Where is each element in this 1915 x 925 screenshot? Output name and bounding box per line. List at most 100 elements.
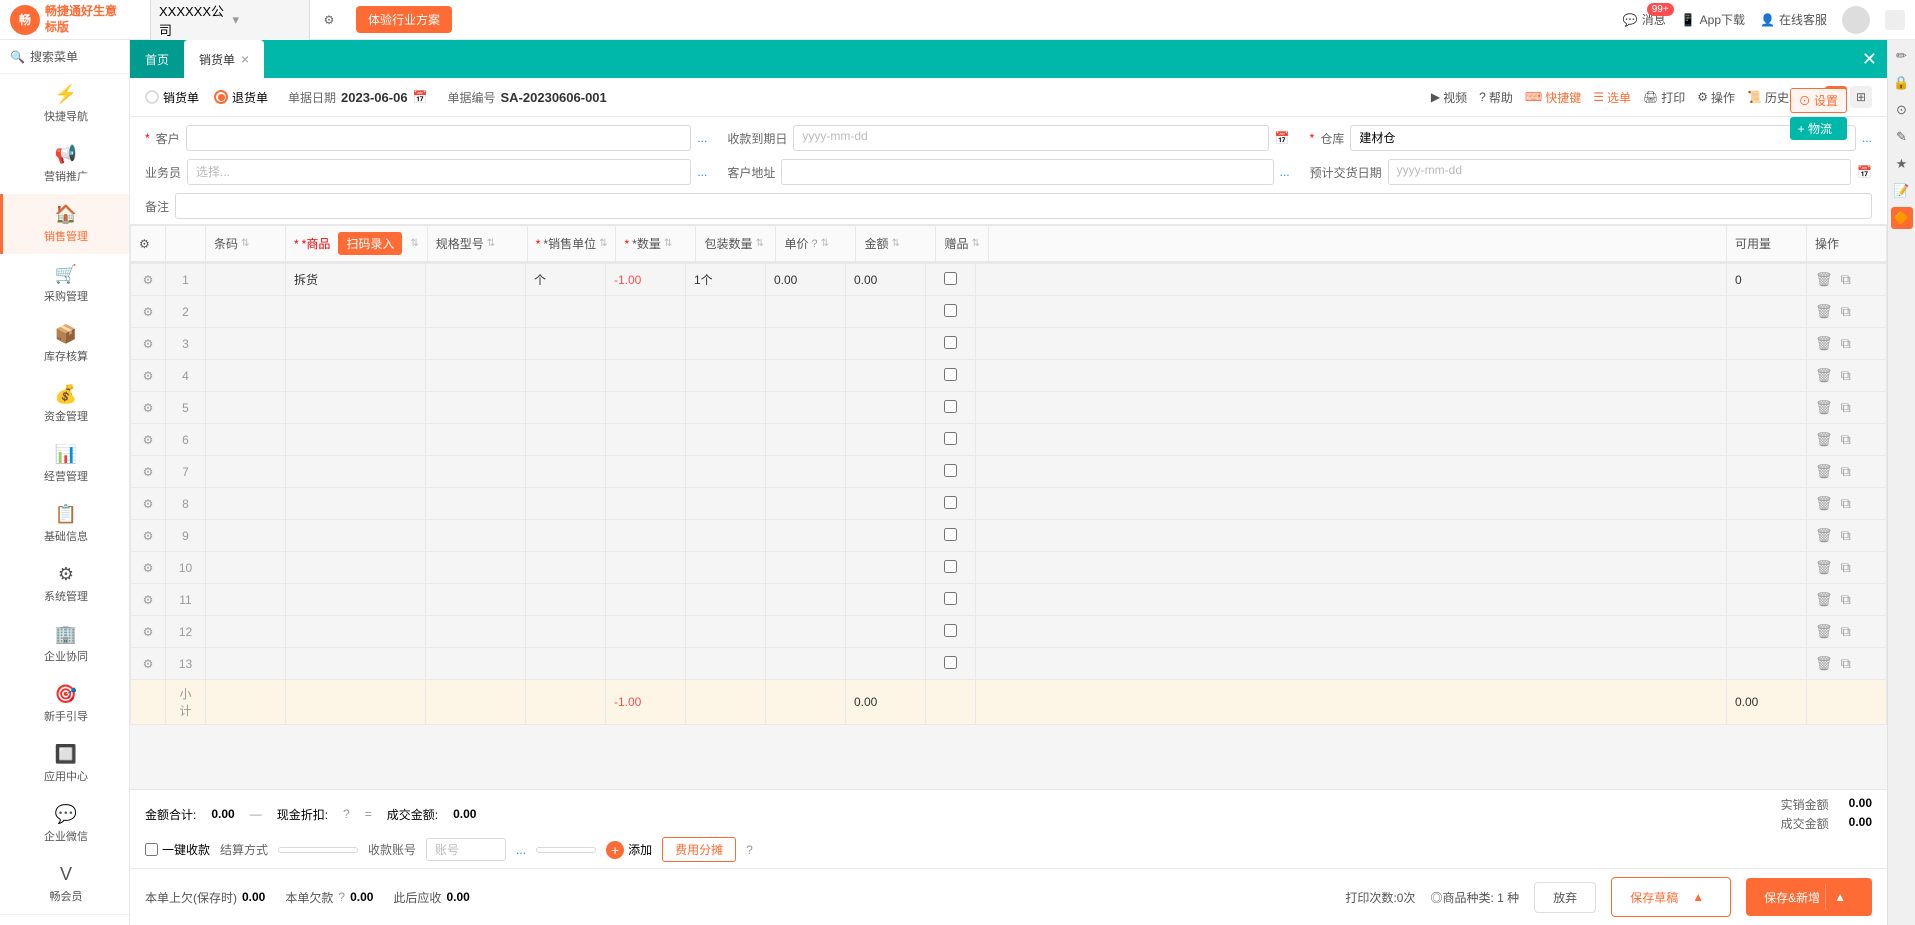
gift-checkbox[interactable]	[944, 464, 957, 477]
tab-home[interactable]: 首页	[130, 40, 184, 78]
row-product[interactable]	[286, 360, 426, 392]
copy-icon[interactable]: ⧉	[1841, 463, 1851, 480]
row-gift[interactable]	[926, 392, 976, 424]
settings-icon[interactable]: ⚙	[315, 6, 343, 34]
row-pkgqty[interactable]	[686, 424, 766, 456]
delete-icon[interactable]: 🗑	[1815, 623, 1833, 640]
remark-input[interactable]	[175, 193, 1872, 219]
row-pkgqty[interactable]	[686, 584, 766, 616]
expected-date-input[interactable]: yyyy-mm-dd	[1388, 159, 1851, 185]
row-barcode[interactable]	[206, 616, 286, 648]
row-settings[interactable]: ⚙	[131, 264, 166, 296]
settings-button[interactable]: ⊙ 设置	[1790, 88, 1847, 113]
sale-radio[interactable]: 销货单	[145, 89, 199, 106]
row-qty[interactable]	[606, 584, 686, 616]
row-settings[interactable]: ⚙	[131, 424, 166, 456]
row-qty[interactable]	[606, 360, 686, 392]
row-product[interactable]	[286, 392, 426, 424]
delete-icon[interactable]: 🗑	[1815, 431, 1833, 448]
row-product[interactable]	[286, 584, 426, 616]
row-spec[interactable]	[426, 360, 526, 392]
delete-icon[interactable]: 🗑	[1815, 335, 1833, 352]
tab-close-icon[interactable]: ×	[241, 51, 249, 67]
sidebar-item-appstore[interactable]: 🔲 应用中心	[0, 734, 129, 794]
window-close-icon[interactable]: ✕	[1862, 49, 1877, 69]
sidebar-item-guide[interactable]: 🎯 新手引导	[0, 674, 129, 734]
row-gift[interactable]	[926, 648, 976, 680]
row-qty[interactable]	[606, 648, 686, 680]
sidebar-item-sales[interactable]: 🏠 销售管理	[0, 194, 129, 254]
row-unit[interactable]	[526, 392, 606, 424]
right-sidebar-icon-6[interactable]: 📝	[1891, 180, 1913, 202]
row-gift[interactable]	[926, 488, 976, 520]
save-arrow-icon[interactable]: ▲	[1825, 884, 1854, 910]
row-pkgqty[interactable]	[686, 488, 766, 520]
salesperson-input[interactable]: 选择...	[187, 159, 691, 185]
row-product[interactable]	[286, 648, 426, 680]
row-pkgqty[interactable]	[686, 520, 766, 552]
row-barcode[interactable]	[206, 424, 286, 456]
row-barcode[interactable]	[206, 456, 286, 488]
row-pkgqty[interactable]	[686, 392, 766, 424]
row-gift[interactable]	[926, 456, 976, 488]
row-amount[interactable]	[846, 616, 926, 648]
row-qty[interactable]	[606, 296, 686, 328]
copy-icon[interactable]: ⧉	[1841, 591, 1851, 608]
delete-icon[interactable]: 🗑	[1815, 303, 1833, 320]
row-barcode[interactable]	[206, 296, 286, 328]
draft-arrow-icon[interactable]: ▲	[1683, 884, 1712, 910]
row-barcode[interactable]	[206, 584, 286, 616]
row-unit[interactable]	[526, 584, 606, 616]
sidebar-item-basic-info[interactable]: 📋 基础信息	[0, 494, 129, 554]
row-price[interactable]	[766, 488, 846, 520]
row-unit[interactable]	[526, 616, 606, 648]
customer-dots[interactable]: ...	[697, 131, 707, 145]
copy-icon[interactable]: ⧉	[1841, 431, 1851, 448]
arrears-help-icon[interactable]: ?	[338, 890, 345, 904]
row-pkgqty[interactable]	[686, 552, 766, 584]
row-amount[interactable]	[846, 552, 926, 584]
row-settings[interactable]: ⚙	[131, 456, 166, 488]
row-product[interactable]: 拆货	[286, 264, 426, 296]
row-pkgqty[interactable]	[686, 456, 766, 488]
sidebar-item-marketing[interactable]: 📢 营销推广	[0, 134, 129, 194]
company-selector[interactable]: XXXXXX公司 ▾	[150, 0, 310, 43]
expected-date-calendar-icon[interactable]: 📅	[1857, 165, 1872, 179]
row-barcode[interactable]	[206, 328, 286, 360]
sidebar-item-wechat[interactable]: 💬 企业微信	[0, 794, 129, 854]
delete-icon[interactable]: 🗑	[1815, 559, 1833, 576]
copy-icon[interactable]: ⧉	[1841, 655, 1851, 672]
row-product[interactable]	[286, 552, 426, 584]
row-price[interactable]	[766, 392, 846, 424]
row-pkgqty[interactable]	[686, 648, 766, 680]
row-price[interactable]	[766, 360, 846, 392]
video-btn[interactable]: ▶ 视频	[1431, 89, 1467, 106]
add-icon[interactable]: +	[606, 841, 624, 859]
spec-sort-icon[interactable]: ⇅	[487, 238, 495, 249]
row-gift[interactable]	[926, 552, 976, 584]
row-barcode[interactable]	[206, 392, 286, 424]
row-spec[interactable]	[426, 264, 526, 296]
row-settings[interactable]: ⚙	[131, 648, 166, 680]
row-barcode[interactable]	[206, 552, 286, 584]
row-settings[interactable]: ⚙	[131, 392, 166, 424]
row-pkgqty[interactable]	[686, 328, 766, 360]
sidebar-search[interactable]: 🔍 搜索菜单	[0, 40, 129, 74]
gift-checkbox[interactable]	[944, 336, 957, 349]
row-settings[interactable]: ⚙	[131, 296, 166, 328]
delete-icon[interactable]: 🗑	[1815, 367, 1833, 384]
customer-addr-dots[interactable]: ...	[1280, 165, 1290, 179]
row-unit[interactable]	[526, 296, 606, 328]
messages-button[interactable]: 💬 消息 99+	[1623, 11, 1666, 28]
row-amount[interactable]: 0.00	[846, 264, 926, 296]
add-payment[interactable]: + 添加	[606, 841, 652, 859]
trial-button[interactable]: 体验行业方案	[356, 6, 452, 33]
select-btn[interactable]: ☰ 选单	[1593, 89, 1631, 106]
row-spec[interactable]	[426, 488, 526, 520]
delete-icon[interactable]: 🗑	[1815, 495, 1833, 512]
copy-icon[interactable]: ⧉	[1841, 367, 1851, 384]
row-amount[interactable]	[846, 392, 926, 424]
row-amount[interactable]	[846, 520, 926, 552]
row-pkgqty[interactable]: 1个	[686, 264, 766, 296]
tab-active[interactable]: 销货单 ×	[184, 40, 264, 78]
